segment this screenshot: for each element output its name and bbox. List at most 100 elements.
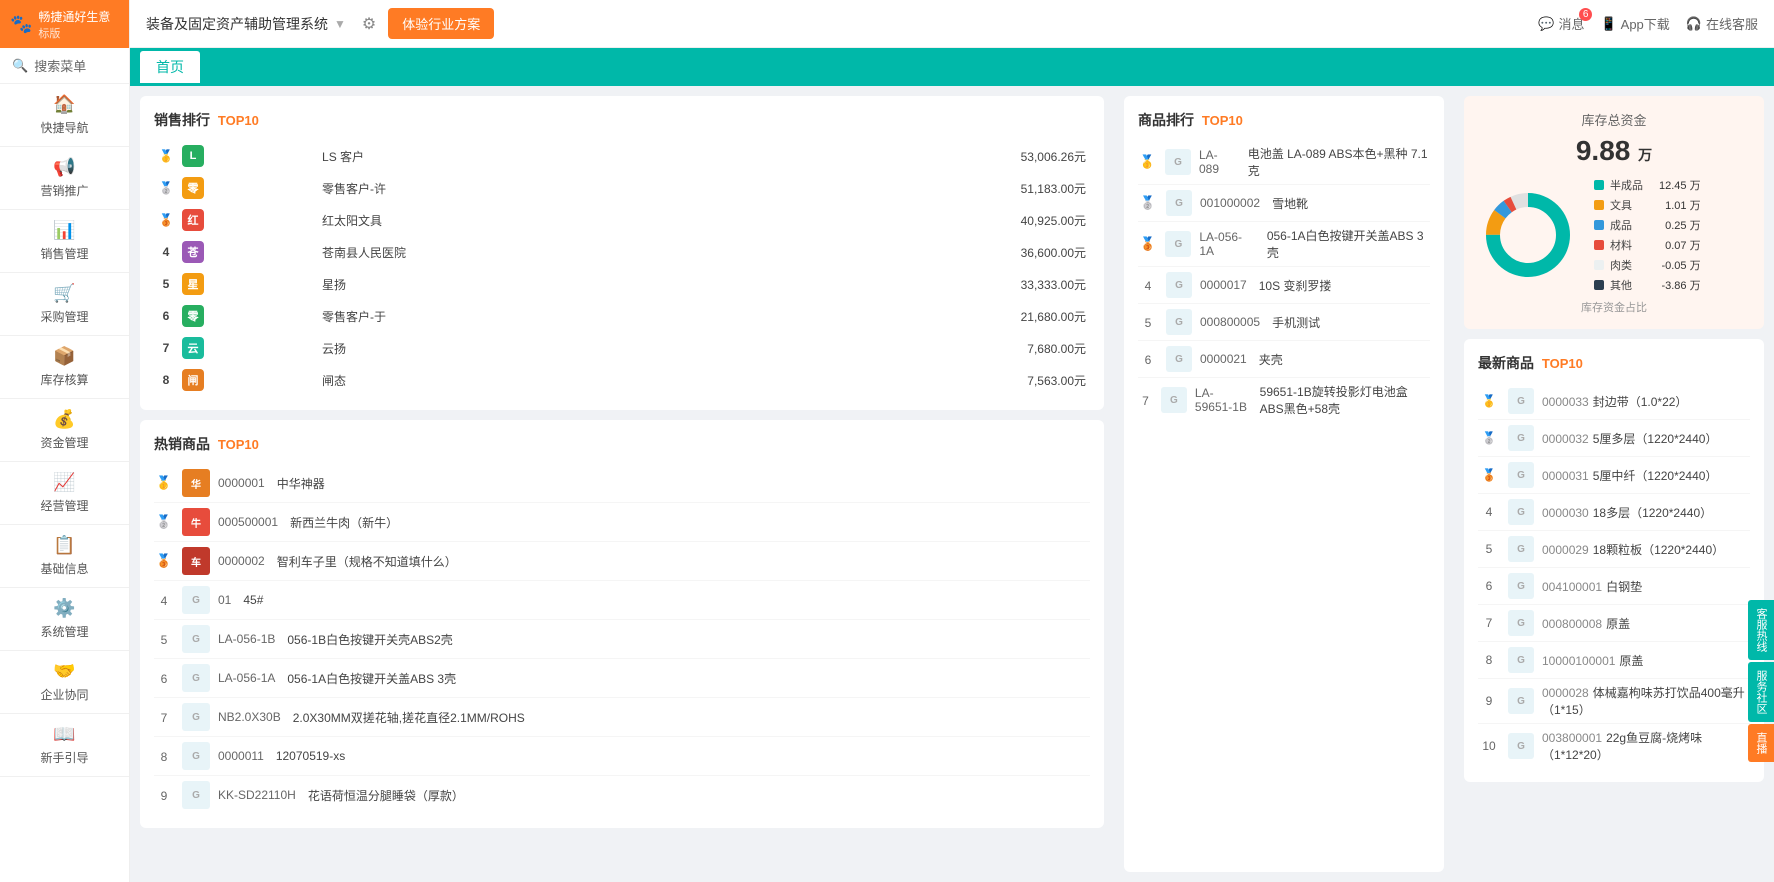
sidebar-item-3[interactable]: 🛒 采购管理	[0, 273, 129, 336]
sidebar-item-10[interactable]: 📖 新手引导	[0, 714, 129, 777]
trial-button[interactable]: 体验行业方案	[388, 8, 494, 39]
hot-product-row[interactable]: 6 G LA-056-1A 056-1A白色按键开关盖ABS 3壳	[154, 659, 1090, 698]
hot-product-row[interactable]: 8 G 0000011 12070519-xs	[154, 737, 1090, 776]
sidebar-item-1[interactable]: 📢 营销推广	[0, 147, 129, 210]
hot-prod-name: 中华神器	[277, 475, 325, 492]
product-rank-row[interactable]: 🥉 G LA-056-1A 056-1A白色按键开关盖ABS 3壳	[1138, 222, 1430, 267]
ops-icon: 📈	[53, 472, 75, 493]
hot-product-row[interactable]: 9 G KK-SD22110H 花语荷恒温分腿睡袋（厚款）	[154, 776, 1090, 814]
customer-name[interactable]: 零售客户-许	[318, 172, 747, 204]
prod-rank-medal: 🥉	[1140, 236, 1156, 251]
latest-prod-img: G	[1508, 499, 1534, 525]
sales-rank-row: 🥉 红 红太阳文具 40,925.00元	[154, 204, 1090, 236]
product-rank-row[interactable]: 5 G 000800005 手机测试	[1138, 304, 1430, 341]
latest-rank-num: 10	[1482, 739, 1495, 753]
customer-badge: 星	[182, 273, 204, 295]
online-service-item[interactable]: 🎧 在线客服	[1686, 14, 1758, 33]
hot-prod-name: 056-1A白色按键开关盖ABS 3壳	[287, 670, 456, 687]
latest-rank: 4	[1478, 505, 1500, 519]
sidebar-item-6[interactable]: 📈 经营管理	[0, 462, 129, 525]
sidebar-item-label-5: 资金管理	[40, 434, 88, 451]
latest-prod-img: G	[1508, 733, 1534, 759]
sidebar-item-0[interactable]: 🏠 快捷导航	[0, 84, 129, 147]
rank-number: 8	[154, 364, 178, 396]
inventory-chart: 半成品 12.45 万 文具 1.01 万 成品 0.25 万 材料 0.07 …	[1478, 177, 1750, 293]
latest-product-row[interactable]: 🥇 G 0000033封边带（1.0*22）	[1478, 383, 1750, 420]
rank-number: 5	[154, 268, 178, 300]
latest-rank: 🥉	[1478, 468, 1500, 482]
customer-name[interactable]: 红太阳文具	[318, 204, 747, 236]
sidebar-item-7[interactable]: 📋 基础信息	[0, 525, 129, 588]
sidebar-item-2[interactable]: 📊 销售管理	[0, 210, 129, 273]
sidebar-item-label-8: 系统管理	[40, 623, 88, 640]
latest-prod-img: G	[1508, 573, 1534, 599]
latest-product-row[interactable]: 6 G 004100001白钢垫	[1478, 568, 1750, 605]
tab-home[interactable]: 首页	[140, 51, 200, 83]
sidebar-item-5[interactable]: 💰 资金管理	[0, 399, 129, 462]
legend-item: 文具 1.01 万	[1594, 197, 1701, 213]
sidebar-item-9[interactable]: 🤝 企业协同	[0, 651, 129, 714]
headset-icon: 🎧	[1686, 16, 1702, 32]
sidebar-item-label-9: 企业协同	[40, 686, 88, 703]
latest-product-row[interactable]: 9 G 0000028体械嘉枸味苏打饮品400毫升（1*15）	[1478, 679, 1750, 724]
hot-prod-name: 花语荷恒温分腿睡袋（厚款）	[308, 787, 464, 804]
customer-name[interactable]: LS 客户	[318, 140, 747, 172]
hot-product-row[interactable]: 🥈 牛 000500001 新西兰牛肉（新牛）	[154, 503, 1090, 542]
latest-rank-medal: 🥈	[1482, 431, 1497, 445]
home-icon: 🏠	[53, 94, 75, 115]
latest-rank: 7	[1478, 616, 1500, 630]
sidebar-search[interactable]: 🔍 搜索菜单	[0, 48, 129, 84]
sidebar-logo[interactable]: 🐾 畅捷通好生意 标版	[0, 0, 129, 48]
float-btn-0[interactable]: 客服热线	[1748, 600, 1774, 660]
latest-product-row[interactable]: 5 G 000002918颗粒板（1220*2440）	[1478, 531, 1750, 568]
hot-product-row[interactable]: 5 G LA-056-1B 056-1B白色按键开关壳ABS2壳	[154, 620, 1090, 659]
hot-product-row[interactable]: 🥉 车 0000002 智利车子里（规格不知道填什么）	[154, 542, 1090, 581]
latest-rank: 🥈	[1478, 431, 1500, 445]
prod-rank: 🥉	[1138, 236, 1157, 252]
product-rank-row[interactable]: 7 G LA-59651-1B 59651-1B旋转投影灯电池盒ABS黑色+58…	[1138, 378, 1430, 422]
product-rank-row[interactable]: 6 G 0000021 夹壳	[1138, 341, 1430, 378]
hot-product-row[interactable]: 4 G 01 45#	[154, 581, 1090, 620]
float-btn-2[interactable]: 直播	[1748, 724, 1774, 762]
latest-product-row[interactable]: 7 G 000800008原盖	[1478, 605, 1750, 642]
hot-product-row[interactable]: 🥇 华 0000001 中华神器	[154, 464, 1090, 503]
latest-rank-num: 7	[1486, 616, 1493, 630]
sales-rank-row: 🥇 L LS 客户 53,006.26元	[154, 140, 1090, 172]
hot-product-row[interactable]: 7 G NB2.0X30B 2.0X30MM双搓花轴,搓花直径2.1MM/ROH…	[154, 698, 1090, 737]
sidebar-item-label-4: 库存核算	[40, 371, 88, 388]
hot-prod-img: G	[182, 703, 210, 731]
latest-product-row[interactable]: 🥉 G 00000315厘中纤（1220*2440）	[1478, 457, 1750, 494]
sidebar-item-4[interactable]: 📦 库存核算	[0, 336, 129, 399]
notification-item[interactable]: 💬 消息 6	[1538, 14, 1584, 33]
customer-name[interactable]: 闸态	[318, 364, 747, 396]
product-rank-row[interactable]: 4 G 0000017 10S 变刹罗搂	[1138, 267, 1430, 304]
app-download-item[interactable]: 📱 App下载	[1600, 14, 1669, 33]
latest-product-row[interactable]: 🥈 G 00000325厘多层（1220*2440）	[1478, 420, 1750, 457]
latest-product-row[interactable]: 8 G 10000100001原盖	[1478, 642, 1750, 679]
legend-dot	[1594, 200, 1604, 210]
float-btn-1[interactable]: 服务社区	[1748, 662, 1774, 722]
hot-prod-name: 智利车子里（规格不知道填什么）	[277, 553, 457, 570]
product-rank-row[interactable]: 🥇 G LA-089 电池盖 LA-089 ABS本色+黑种 7.1克	[1138, 140, 1430, 185]
product-rank-row[interactable]: 🥈 G 001000002 雪地靴	[1138, 185, 1430, 222]
settings-gear-icon[interactable]: ⚙	[362, 14, 376, 34]
customer-name[interactable]: 云扬	[318, 332, 747, 364]
hot-prod-img: G	[182, 742, 210, 770]
system-selector[interactable]: 装备及固定资产辅助管理系统 ▼	[146, 14, 346, 34]
latest-product-row[interactable]: 10 G 00380000122g鱼豆腐-烧烤味（1*12*20）	[1478, 724, 1750, 768]
hot-prod-code: KK-SD22110H	[218, 788, 296, 802]
logo-edition: 标版	[38, 25, 110, 41]
prod-rank-num: 6	[1145, 353, 1152, 367]
customer-name[interactable]: 苍南县人民医院	[318, 236, 747, 268]
latest-prod-name: 004100001白钢垫	[1542, 578, 1750, 595]
legend-dot	[1594, 240, 1604, 250]
sidebar-item-label-7: 基础信息	[40, 560, 88, 577]
latest-products-card: 最新商品 TOP10 🥇 G 0000033封边带（1.0*22） 🥈 G 00…	[1464, 339, 1764, 782]
sidebar-item-8[interactable]: ⚙️ 系统管理	[0, 588, 129, 651]
customer-badge: 苍	[182, 241, 204, 263]
customer-name[interactable]: 零售客户-于	[318, 300, 747, 332]
latest-product-row[interactable]: 4 G 000003018多层（1220*2440）	[1478, 494, 1750, 531]
latest-prod-name: 00000325厘多层（1220*2440）	[1542, 430, 1750, 447]
customer-name[interactable]: 星扬	[318, 268, 747, 300]
customer-amount: 7,680.00元	[747, 332, 1090, 364]
